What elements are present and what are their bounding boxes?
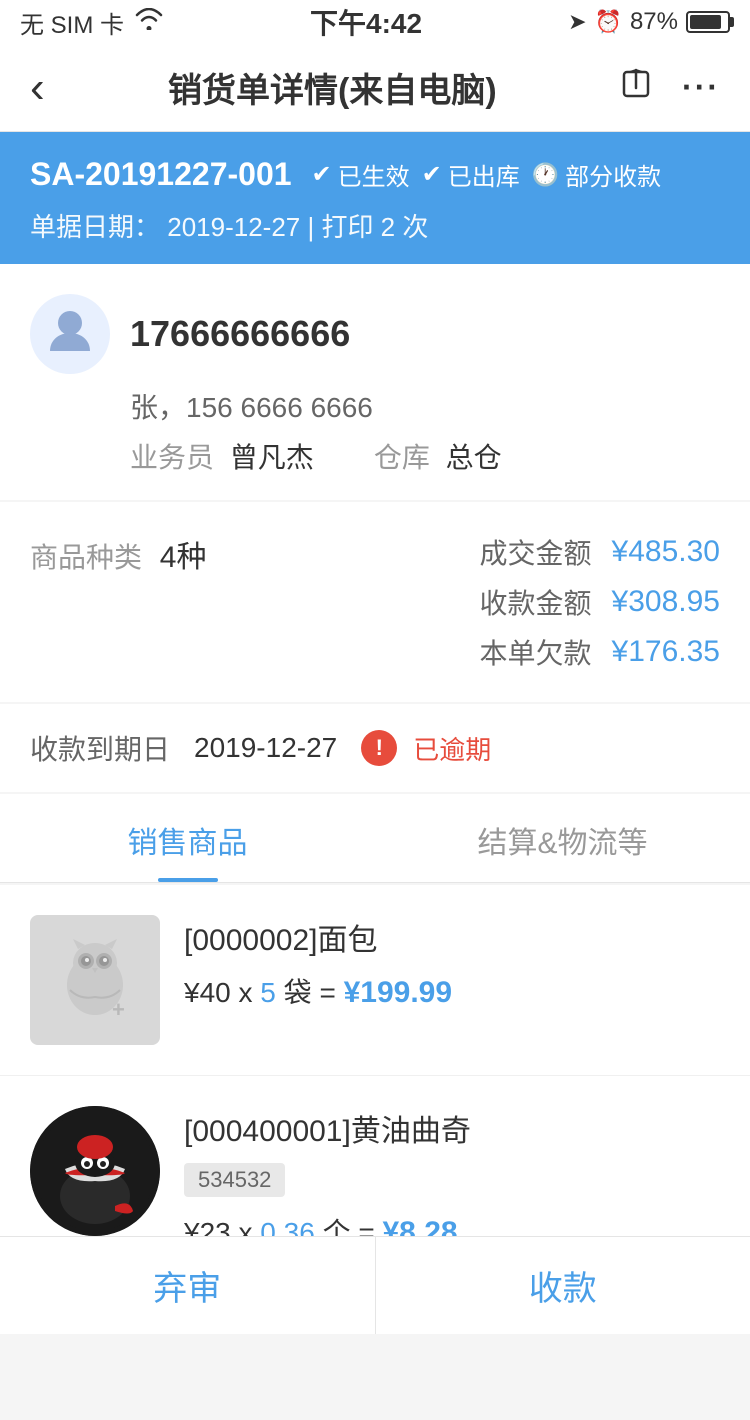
svg-text:+: + xyxy=(112,997,125,1022)
overdue-text: 已逾期 xyxy=(413,730,491,767)
page-title: 销货单详情(来自电脑) xyxy=(168,63,497,112)
tab-sales-goods[interactable]: 销售商品 xyxy=(0,794,375,882)
product-price-1: ¥40 x 5 袋 = ¥199.99 xyxy=(184,971,720,1011)
product-thumb-2 xyxy=(30,1106,160,1236)
list-item: + [0000002]面包 ¥40 x 5 袋 = ¥199.99 xyxy=(0,885,750,1076)
debt-amount-line: 本单欠款 ¥176.35 xyxy=(480,632,720,672)
staff-meta: 业务员 曾凡杰 xyxy=(130,436,314,476)
customer-sub: 张，156 6666 6666 xyxy=(30,386,720,426)
more-button[interactable]: ··· xyxy=(682,69,720,106)
wifi-icon xyxy=(134,8,164,36)
tab-settlement[interactable]: 结算&物流等 xyxy=(375,794,750,882)
product-name-2: [000400001]黄油曲奇 xyxy=(184,1106,720,1150)
due-section: 收款到期日 2019-12-27 ! 已逾期 xyxy=(0,704,750,792)
summary-left: 商品种类 4种 xyxy=(30,532,206,576)
collect-amount-line: 收款金额 ¥308.95 xyxy=(480,582,720,622)
status-shipped: ✔ 已出库 xyxy=(422,157,520,192)
clock-icon: 🕐 xyxy=(532,162,559,188)
avatar-icon xyxy=(44,303,96,366)
gps-icon: ➤ xyxy=(568,9,586,35)
nav-actions: ··· xyxy=(620,68,720,108)
time-text: 下午4:42 xyxy=(310,2,422,42)
summary-right: 成交金额 ¥485.30 收款金额 ¥308.95 本单欠款 ¥176.35 xyxy=(480,532,720,672)
battery-icon xyxy=(686,11,730,33)
status-bar: 无 SIM 卡 下午4:42 ➤ ⏰ 87% xyxy=(0,0,750,44)
deal-amount-line: 成交金额 ¥485.30 xyxy=(480,532,720,572)
warehouse-meta: 仓库 总仓 xyxy=(374,436,502,476)
check-icon-2: ✔ xyxy=(422,160,442,189)
order-id: SA-20191227-001 xyxy=(30,156,292,193)
nav-bar: ‹ 销货单详情(来自电脑) ··· xyxy=(0,44,750,132)
bottom-bar: 弃审 收款 xyxy=(0,1236,750,1334)
tabs-bar: 销售商品 结算&物流等 xyxy=(0,794,750,883)
product-thumb-1: + xyxy=(30,915,160,1045)
product-info-1: [0000002]面包 ¥40 x 5 袋 = ¥199.99 xyxy=(184,915,720,1011)
customer-meta: 业务员 曾凡杰 仓库 总仓 xyxy=(30,436,720,476)
check-icon-1: ✔ xyxy=(312,160,332,189)
status-left: 无 SIM 卡 xyxy=(20,5,164,40)
product-info-2: [000400001]黄油曲奇 534532 ¥23 x 0.36 个 = ¥8… xyxy=(184,1106,720,1251)
order-banner: SA-20191227-001 ✔ 已生效 ✔ 已出库 🕐 部分收款 单据日期：… xyxy=(0,132,750,264)
share-icon[interactable] xyxy=(620,68,652,108)
status-tags: ✔ 已生效 ✔ 已出库 🕐 部分收款 xyxy=(312,157,662,192)
owl-icon: + xyxy=(50,935,140,1025)
alarm-icon: ⏰ xyxy=(595,9,622,35)
customer-section: 17666666666 张，156 6666 6666 业务员 曾凡杰 仓库 总… xyxy=(0,264,750,500)
status-partial: 🕐 部分收款 xyxy=(532,157,661,192)
discard-button[interactable]: 弃审 xyxy=(0,1237,376,1334)
product-batch-2: 534532 xyxy=(184,1163,285,1197)
collect-button[interactable]: 收款 xyxy=(376,1237,750,1334)
overdue-icon: ! xyxy=(361,730,397,766)
battery-text: 87% xyxy=(630,8,678,36)
carrier-text: 无 SIM 卡 xyxy=(20,5,124,40)
ninja-icon xyxy=(35,1111,155,1231)
summary-section: 商品种类 4种 成交金额 ¥485.30 收款金额 ¥308.95 本单欠款 ¥… xyxy=(0,502,750,702)
back-button[interactable]: ‹ xyxy=(30,63,45,113)
customer-name: 17666666666 xyxy=(130,313,350,355)
order-date-line: 单据日期： 2019-12-27 | 打印 2 次 xyxy=(30,207,720,244)
customer-avatar xyxy=(30,294,110,374)
status-effective: ✔ 已生效 xyxy=(312,157,410,192)
product-name-1: [0000002]面包 xyxy=(184,915,720,959)
customer-row: 17666666666 xyxy=(30,294,720,374)
tabs-section: 销售商品 结算&物流等 xyxy=(0,794,750,883)
status-right: ➤ ⏰ 87% xyxy=(568,8,730,36)
